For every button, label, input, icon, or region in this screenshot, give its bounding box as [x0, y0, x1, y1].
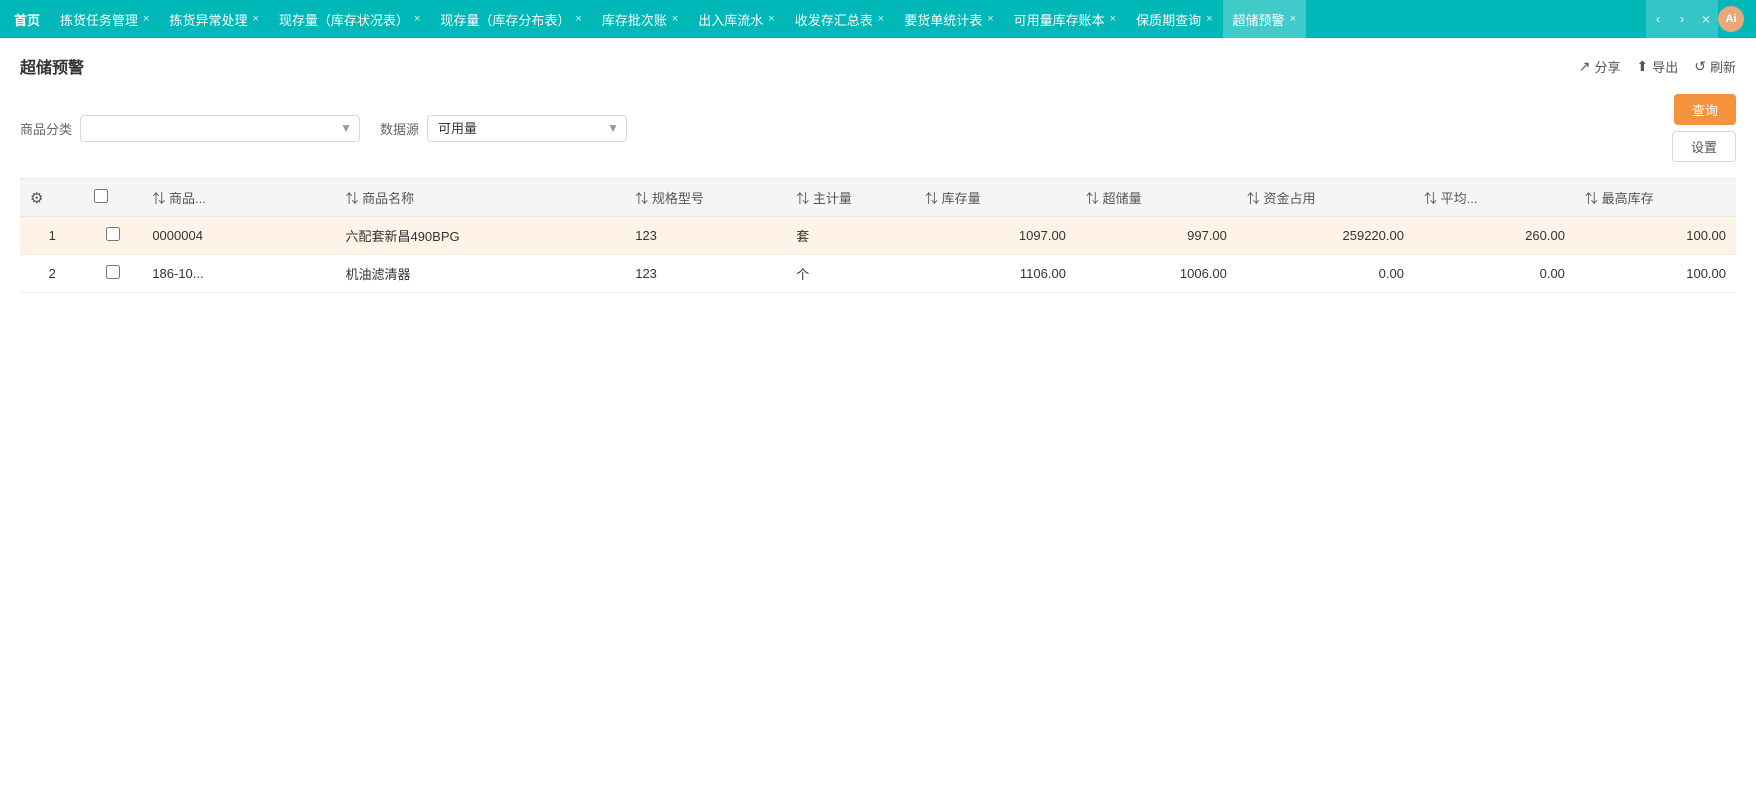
row-checkbox[interactable]	[106, 265, 120, 279]
category-label: 商品分类	[20, 119, 72, 138]
nav-close-5[interactable]: ×	[672, 13, 678, 25]
row-overstock: 997.00	[1076, 217, 1237, 255]
nav-item-0[interactable]: 首页	[4, 0, 50, 38]
nav-item-11[interactable]: 超储预警×	[1223, 0, 1306, 38]
select-all-checkbox-cell[interactable]	[84, 179, 142, 217]
col-header-product-code: ⇅ 商品...	[142, 179, 335, 217]
category-select-wrap: ▼	[80, 115, 360, 142]
col-header-max-stock: ⇅ 最高库存	[1575, 179, 1736, 217]
export-icon: ⬆	[1637, 58, 1649, 75]
avatar: Ai	[1718, 6, 1744, 32]
row-unit: 个	[786, 255, 915, 293]
nav-item-8[interactable]: 要货单统计表×	[894, 0, 1003, 38]
nav-item-9[interactable]: 可用量库存账本×	[1004, 0, 1126, 38]
nav-item-7[interactable]: 收发存汇总表×	[785, 0, 894, 38]
row-product-name: 机油滤清器	[335, 255, 625, 293]
nav-item-10[interactable]: 保质期查询×	[1126, 0, 1222, 38]
col-header-overstock: ⇅ 超储量	[1076, 179, 1237, 217]
refresh-icon: ↺	[1694, 58, 1706, 75]
share-icon: ↗	[1579, 58, 1591, 75]
filter-buttons: 查询 设置	[1672, 94, 1736, 162]
nav-next-button[interactable]: ›	[1670, 0, 1694, 38]
page-content: 超储预警 ↗ 分享 ⬆ 导出 ↺ 刷新 商品分类 ▼	[0, 38, 1756, 309]
row-max-stock: 100.00	[1575, 217, 1736, 255]
settings-button[interactable]: 设置	[1672, 131, 1736, 162]
page-actions: ↗ 分享 ⬆ 导出 ↺ 刷新	[1579, 57, 1736, 76]
row-checkbox-cell[interactable]	[84, 255, 142, 293]
col-header-avg: ⇅ 平均...	[1414, 179, 1575, 217]
nav-close-4[interactable]: ×	[575, 13, 581, 25]
col-header-capital: ⇅ 资金占用	[1237, 179, 1414, 217]
row-avg: 0.00	[1414, 255, 1575, 293]
nav-more-button[interactable]: ×	[1694, 0, 1718, 38]
nav-item-3[interactable]: 现存量（库存状况表）×	[269, 0, 430, 38]
row-index: 1	[20, 217, 84, 255]
row-capital: 0.00	[1237, 255, 1414, 293]
refresh-button[interactable]: ↺ 刷新	[1694, 57, 1736, 76]
row-unit: 套	[786, 217, 915, 255]
nav-item-1[interactable]: 拣货任务管理×	[50, 0, 159, 38]
nav-close-2[interactable]: ×	[252, 13, 258, 25]
table-row: 1 0000004 六配套新昌490BPG 123 套 1097.00 997.…	[20, 217, 1736, 255]
nav-close-10[interactable]: ×	[1206, 13, 1212, 25]
table-header-row: ⚙ ⇅ 商品... ⇅ 商品名称 ⇅ 规格型号 ⇅ 主计量 ⇅ 库存量	[20, 179, 1736, 217]
nav-close-9[interactable]: ×	[1110, 13, 1116, 25]
query-button[interactable]: 查询	[1674, 94, 1736, 125]
filter-row: 商品分类 ▼ 数据源 可用量 ▼ 查询 设置	[20, 94, 1736, 162]
nav-close-8[interactable]: ×	[987, 13, 993, 25]
nav-prev-button[interactable]: ‹	[1646, 0, 1670, 38]
row-checkbox-cell[interactable]	[84, 217, 142, 255]
nav-close-1[interactable]: ×	[143, 13, 149, 25]
table-header: ⚙ ⇅ 商品... ⇅ 商品名称 ⇅ 规格型号 ⇅ 主计量 ⇅ 库存量	[20, 179, 1736, 217]
datasource-select[interactable]: 可用量	[427, 115, 627, 142]
user-area: Ai	[1718, 6, 1752, 32]
nav-close-7[interactable]: ×	[878, 13, 884, 25]
data-table: ⚙ ⇅ 商品... ⇅ 商品名称 ⇅ 规格型号 ⇅ 主计量 ⇅ 库存量	[20, 178, 1736, 293]
export-button[interactable]: ⬆ 导出	[1637, 57, 1679, 76]
page-title-row: 超储预警 ↗ 分享 ⬆ 导出 ↺ 刷新	[20, 54, 1736, 78]
nav-item-5[interactable]: 库存批次账×	[592, 0, 688, 38]
row-max-stock: 100.00	[1575, 255, 1736, 293]
nav-item-4[interactable]: 现存量（库存分布表）×	[430, 0, 591, 38]
row-overstock: 1006.00	[1076, 255, 1237, 293]
row-checkbox[interactable]	[106, 227, 120, 241]
page-title: 超储预警	[20, 54, 84, 78]
col-header-unit: ⇅ 主计量	[786, 179, 915, 217]
row-spec: 123	[625, 217, 786, 255]
row-spec: 123	[625, 255, 786, 293]
share-button[interactable]: ↗ 分享	[1579, 57, 1621, 76]
row-avg: 260.00	[1414, 217, 1575, 255]
datasource-filter-group: 数据源 可用量 ▼	[380, 115, 627, 142]
datasource-select-wrap: 可用量 ▼	[427, 115, 627, 142]
nav-item-2[interactable]: 拣货异常处理×	[159, 0, 268, 38]
top-navigation: 首页拣货任务管理×拣货异常处理×现存量（库存状况表）×现存量（库存分布表）×库存…	[0, 0, 1756, 38]
row-stock: 1106.00	[915, 255, 1076, 293]
col-header-spec: ⇅ 规格型号	[625, 179, 786, 217]
nav-item-6[interactable]: 出入库流水×	[688, 0, 784, 38]
nav-close-6[interactable]: ×	[768, 13, 774, 25]
row-capital: 259220.00	[1237, 217, 1414, 255]
gear-settings-icon[interactable]: ⚙	[20, 179, 84, 217]
category-filter-group: 商品分类 ▼	[20, 115, 360, 142]
row-product-code: 186-10...	[142, 255, 335, 293]
select-all-checkbox[interactable]	[94, 189, 108, 203]
category-select[interactable]	[80, 115, 360, 142]
col-header-stock: ⇅ 库存量	[915, 179, 1076, 217]
table-body: 1 0000004 六配套新昌490BPG 123 套 1097.00 997.…	[20, 217, 1736, 293]
nav-close-11[interactable]: ×	[1290, 13, 1296, 25]
row-index: 2	[20, 255, 84, 293]
datasource-label: 数据源	[380, 119, 419, 138]
table-row: 2 186-10... 机油滤清器 123 个 1106.00 1006.00 …	[20, 255, 1736, 293]
nav-close-3[interactable]: ×	[414, 13, 420, 25]
row-product-name: 六配套新昌490BPG	[335, 217, 625, 255]
col-header-product-name: ⇅ 商品名称	[335, 179, 625, 217]
row-stock: 1097.00	[915, 217, 1076, 255]
row-product-code: 0000004	[142, 217, 335, 255]
